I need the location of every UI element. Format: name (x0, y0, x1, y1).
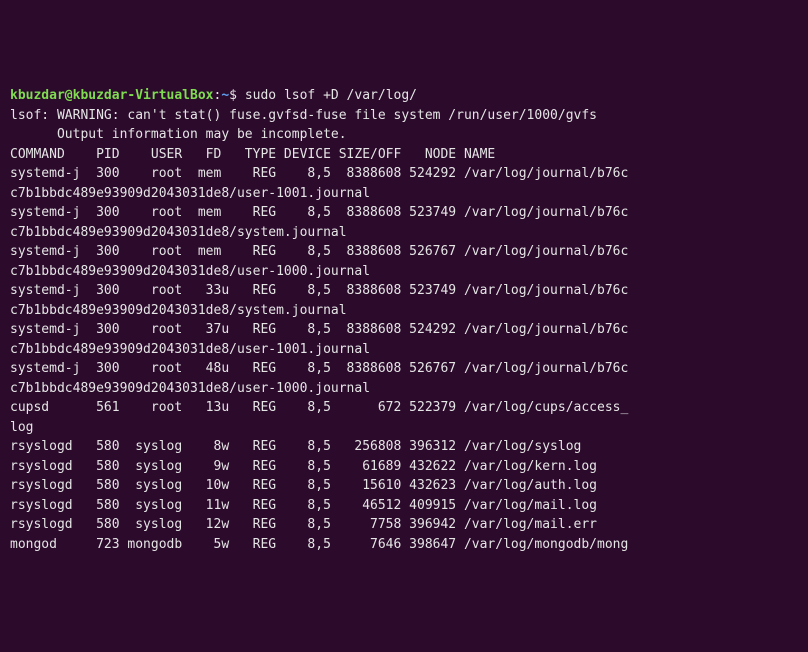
lsof-row: mongod 723 mongodb 5w REG 8,5 7646 39864… (10, 537, 628, 552)
lsof-row: systemd-j 300 root 33u REG 8,5 8388608 5… (10, 283, 628, 298)
lsof-row: systemd-j 300 root 37u REG 8,5 8388608 5… (10, 322, 628, 337)
lsof-row-wrap: c7b1bbdc489e93909d2043031de8/system.jour… (10, 225, 347, 240)
terminal-prompt: kbuzdar@kbuzdar-VirtualBox:~$ (10, 88, 245, 103)
lsof-row: rsyslogd 580 syslog 8w REG 8,5 256808 39… (10, 439, 581, 454)
lsof-row-wrap: c7b1bbdc489e93909d2043031de8/user-1000.j… (10, 381, 370, 396)
lsof-header: COMMAND PID USER FD TYPE DEVICE SIZE/OFF… (10, 147, 495, 162)
command-input[interactable]: sudo lsof +D /var/log/ (245, 88, 417, 103)
lsof-output: systemd-j 300 root mem REG 8,5 8388608 5… (10, 164, 798, 554)
lsof-row: rsyslogd 580 syslog 12w REG 8,5 7758 396… (10, 517, 597, 532)
lsof-row: systemd-j 300 root mem REG 8,5 8388608 5… (10, 166, 628, 181)
lsof-row: systemd-j 300 root mem REG 8,5 8388608 5… (10, 205, 628, 220)
lsof-row: systemd-j 300 root 48u REG 8,5 8388608 5… (10, 361, 628, 376)
lsof-row: rsyslogd 580 syslog 9w REG 8,5 61689 432… (10, 459, 597, 474)
lsof-row: rsyslogd 580 syslog 10w REG 8,5 15610 43… (10, 478, 597, 493)
lsof-warning-line1: lsof: WARNING: can't stat() fuse.gvfsd-f… (10, 108, 597, 123)
prompt-suffix: $ (229, 88, 245, 103)
prompt-userhost: kbuzdar@kbuzdar-VirtualBox (10, 88, 214, 103)
lsof-row: cupsd 561 root 13u REG 8,5 672 522379 /v… (10, 400, 628, 415)
lsof-row: rsyslogd 580 syslog 11w REG 8,5 46512 40… (10, 498, 597, 513)
prompt-path: ~ (221, 88, 229, 103)
lsof-row-wrap: log (10, 420, 33, 435)
lsof-row-wrap: c7b1bbdc489e93909d2043031de8/user-1001.j… (10, 186, 370, 201)
lsof-row: systemd-j 300 root mem REG 8,5 8388608 5… (10, 244, 628, 259)
lsof-row-wrap: c7b1bbdc489e93909d2043031de8/system.jour… (10, 303, 347, 318)
lsof-row-wrap: c7b1bbdc489e93909d2043031de8/user-1001.j… (10, 342, 370, 357)
lsof-row-wrap: c7b1bbdc489e93909d2043031de8/user-1000.j… (10, 264, 370, 279)
lsof-warning-line2: Output information may be incomplete. (10, 127, 347, 142)
